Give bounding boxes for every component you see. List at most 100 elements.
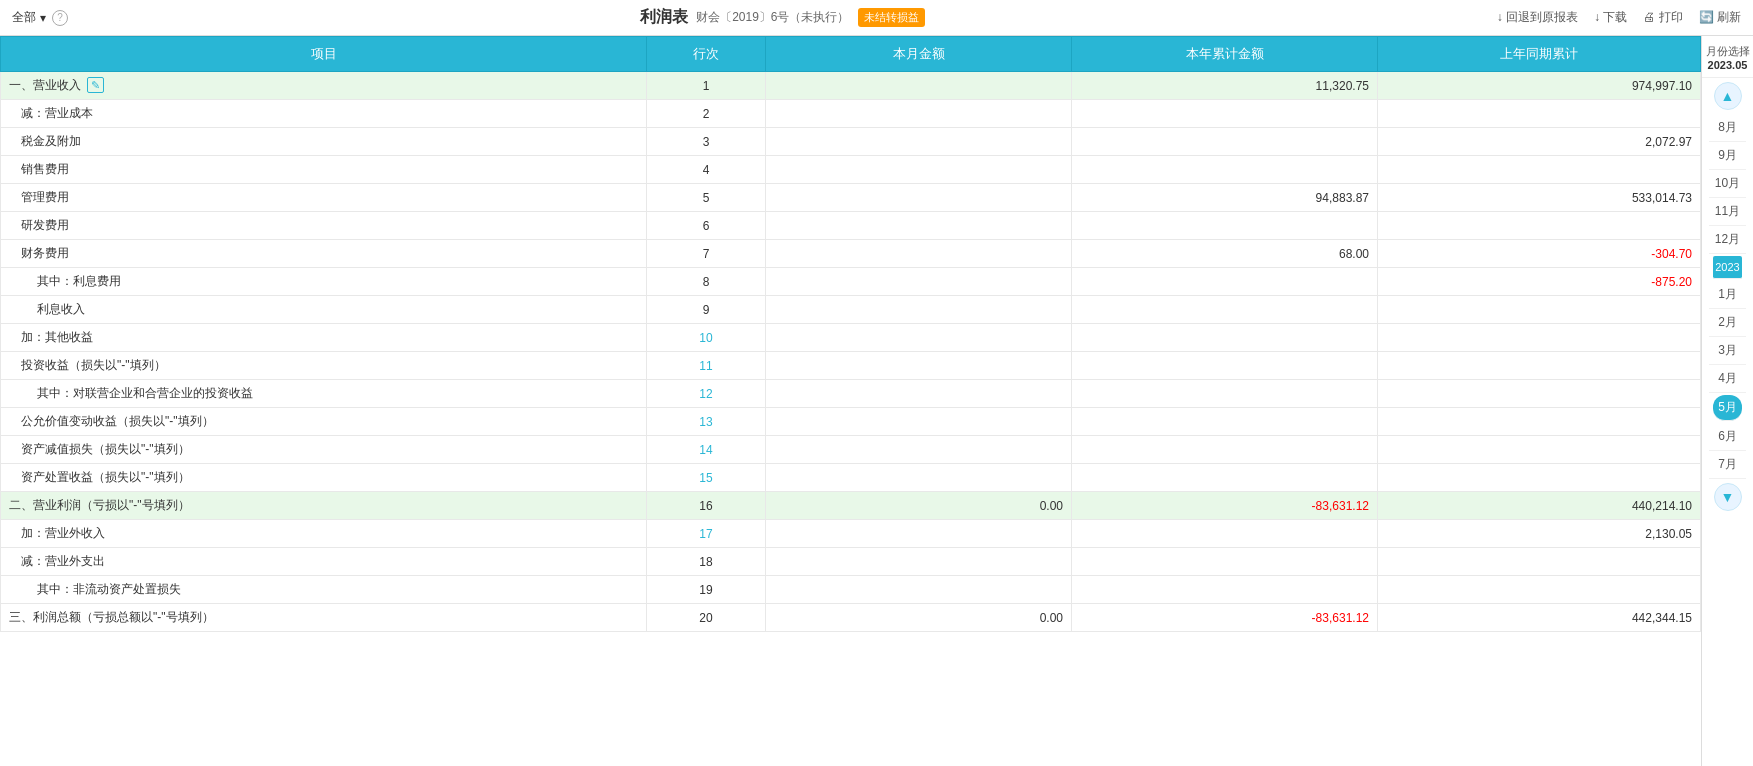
help-icon[interactable]: ? xyxy=(52,10,68,26)
cell-row-num: 5 xyxy=(647,184,766,212)
cell-last-ytd-amount xyxy=(1378,464,1701,492)
top-bar-right: ↓ 回退到原报表 ↓ 下载 🖨 打印 🔄 刷新 xyxy=(1497,9,1741,26)
cell-last-ytd-amount xyxy=(1378,548,1701,576)
cell-month-amount xyxy=(766,380,1072,408)
cell-item: 加：其他收益 xyxy=(1,324,647,352)
cell-last-ytd-amount xyxy=(1378,352,1701,380)
cell-row-num: 18 xyxy=(647,548,766,576)
page-title: 利润表 xyxy=(640,7,688,28)
item-label: 投资收益（损失以"-"填列） xyxy=(21,358,166,372)
table-row: 研发费用6 xyxy=(1,212,1701,240)
month-item[interactable]: 7月 xyxy=(1709,451,1745,479)
item-label: 一、营业收入 xyxy=(9,78,81,92)
month-item[interactable]: 4月 xyxy=(1709,365,1745,393)
month-item[interactable]: 8月 xyxy=(1709,114,1745,142)
cell-last-ytd-amount: -875.20 xyxy=(1378,268,1701,296)
cell-row-num: 12 xyxy=(647,380,766,408)
cell-month-amount xyxy=(766,72,1072,100)
cell-month-amount xyxy=(766,436,1072,464)
year-badge[interactable]: 2023 xyxy=(1713,256,1741,279)
cell-last-ytd-amount: 974,997.10 xyxy=(1378,72,1701,100)
cell-ytd-amount xyxy=(1072,576,1378,604)
cell-month-amount xyxy=(766,576,1072,604)
cell-ytd-amount xyxy=(1072,296,1378,324)
cell-item: 二、营业利润（亏损以"-"号填列） xyxy=(1,492,647,520)
cell-last-ytd-amount: 442,344.15 xyxy=(1378,604,1701,632)
item-label: 研发费用 xyxy=(21,218,69,232)
back-to-original-button[interactable]: ↓ 回退到原报表 xyxy=(1497,9,1578,26)
scope-select[interactable]: 全部 ▾ xyxy=(12,9,46,26)
cell-item: 其中：对联营企业和合营企业的投资收益 xyxy=(1,380,647,408)
month-down-arrow[interactable]: ▼ xyxy=(1714,483,1742,511)
month-item[interactable]: 10月 xyxy=(1709,170,1745,198)
item-label: 加：营业外收入 xyxy=(21,526,105,540)
cell-month-amount xyxy=(766,296,1072,324)
cell-ytd-amount: 94,883.87 xyxy=(1072,184,1378,212)
cell-month-amount xyxy=(766,100,1072,128)
cell-item: 管理费用 xyxy=(1,184,647,212)
month-item[interactable]: 3月 xyxy=(1709,337,1745,365)
item-label: 管理费用 xyxy=(21,190,69,204)
cell-row-num: 1 xyxy=(647,72,766,100)
cell-month-amount xyxy=(766,240,1072,268)
main-wrapper: 项目 行次 本月金额 本年累计金额 上年同期累计 一、营业收入 ✎ 1 11,320.… xyxy=(0,36,1753,766)
month-item[interactable]: 9月 xyxy=(1709,142,1745,170)
scope-dropdown-arrow: ▾ xyxy=(40,11,46,25)
cell-month-amount xyxy=(766,408,1072,436)
cell-month-amount xyxy=(766,156,1072,184)
cell-month-amount: 0.00 xyxy=(766,492,1072,520)
cell-row-num: 10 xyxy=(647,324,766,352)
item-label: 减：营业成本 xyxy=(21,106,93,120)
month-item[interactable]: 12月 xyxy=(1709,226,1745,254)
cell-ytd-amount: 11,320.75 xyxy=(1072,72,1378,100)
edit-icon[interactable]: ✎ xyxy=(87,77,104,93)
cell-row-num: 16 xyxy=(647,492,766,520)
cell-row-num: 19 xyxy=(647,576,766,604)
cell-item: 研发费用 xyxy=(1,212,647,240)
cell-last-ytd-amount: 440,214.10 xyxy=(1378,492,1701,520)
cell-ytd-amount xyxy=(1072,156,1378,184)
month-item[interactable]: 5月 xyxy=(1713,395,1741,421)
print-button[interactable]: 🖨 打印 xyxy=(1643,9,1682,26)
table-row: 其中：非流动资产处置损失19 xyxy=(1,576,1701,604)
cell-ytd-amount xyxy=(1072,100,1378,128)
cell-item: 资产减值损失（损失以"-"填列） xyxy=(1,436,647,464)
cell-month-amount xyxy=(766,464,1072,492)
item-label: 资产处置收益（损失以"-"填列） xyxy=(21,470,190,484)
cell-month-amount xyxy=(766,324,1072,352)
cell-item: 其中：非流动资产处置损失 xyxy=(1,576,647,604)
cell-last-ytd-amount xyxy=(1378,576,1701,604)
cell-ytd-amount xyxy=(1072,408,1378,436)
cell-month-amount: 0.00 xyxy=(766,604,1072,632)
table-row: 其中：利息费用8-875.20 xyxy=(1,268,1701,296)
cell-last-ytd-amount: 2,072.97 xyxy=(1378,128,1701,156)
unrealized-badge[interactable]: 未结转损益 xyxy=(858,8,925,27)
cell-item: 加：营业外收入 xyxy=(1,520,647,548)
month-up-arrow[interactable]: ▲ xyxy=(1714,82,1742,110)
cell-row-num: 13 xyxy=(647,408,766,436)
income-statement-table: 项目 行次 本月金额 本年累计金额 上年同期累计 一、营业收入 ✎ 1 11,320.… xyxy=(0,36,1701,632)
month-item[interactable]: 11月 xyxy=(1709,198,1745,226)
cell-last-ytd-amount xyxy=(1378,296,1701,324)
month-item[interactable]: 6月 xyxy=(1709,423,1745,451)
col-header-last-ytd: 上年同期累计 xyxy=(1378,37,1701,72)
cell-month-amount xyxy=(766,212,1072,240)
month-item[interactable]: 1月 xyxy=(1709,281,1745,309)
col-header-item: 项目 xyxy=(1,37,647,72)
cell-ytd-amount xyxy=(1072,352,1378,380)
cell-ytd-amount xyxy=(1072,324,1378,352)
cell-ytd-amount xyxy=(1072,520,1378,548)
cell-row-num: 2 xyxy=(647,100,766,128)
download-button[interactable]: ↓ 下载 xyxy=(1594,9,1627,26)
cell-item: 利息收入 xyxy=(1,296,647,324)
item-label: 财务费用 xyxy=(21,246,69,260)
table-header-row: 项目 行次 本月金额 本年累计金额 上年同期累计 xyxy=(1,37,1701,72)
page-subtitle: 财会〔2019〕6号（未执行） xyxy=(696,9,849,26)
refresh-button[interactable]: 🔄 刷新 xyxy=(1699,9,1741,26)
table-row: 财务费用768.00-304.70 xyxy=(1,240,1701,268)
item-label: 销售费用 xyxy=(21,162,69,176)
cell-ytd-amount xyxy=(1072,380,1378,408)
month-item[interactable]: 2月 xyxy=(1709,309,1745,337)
cell-item: 减：营业外支出 xyxy=(1,548,647,576)
table-row: 资产减值损失（损失以"-"填列）14 xyxy=(1,436,1701,464)
